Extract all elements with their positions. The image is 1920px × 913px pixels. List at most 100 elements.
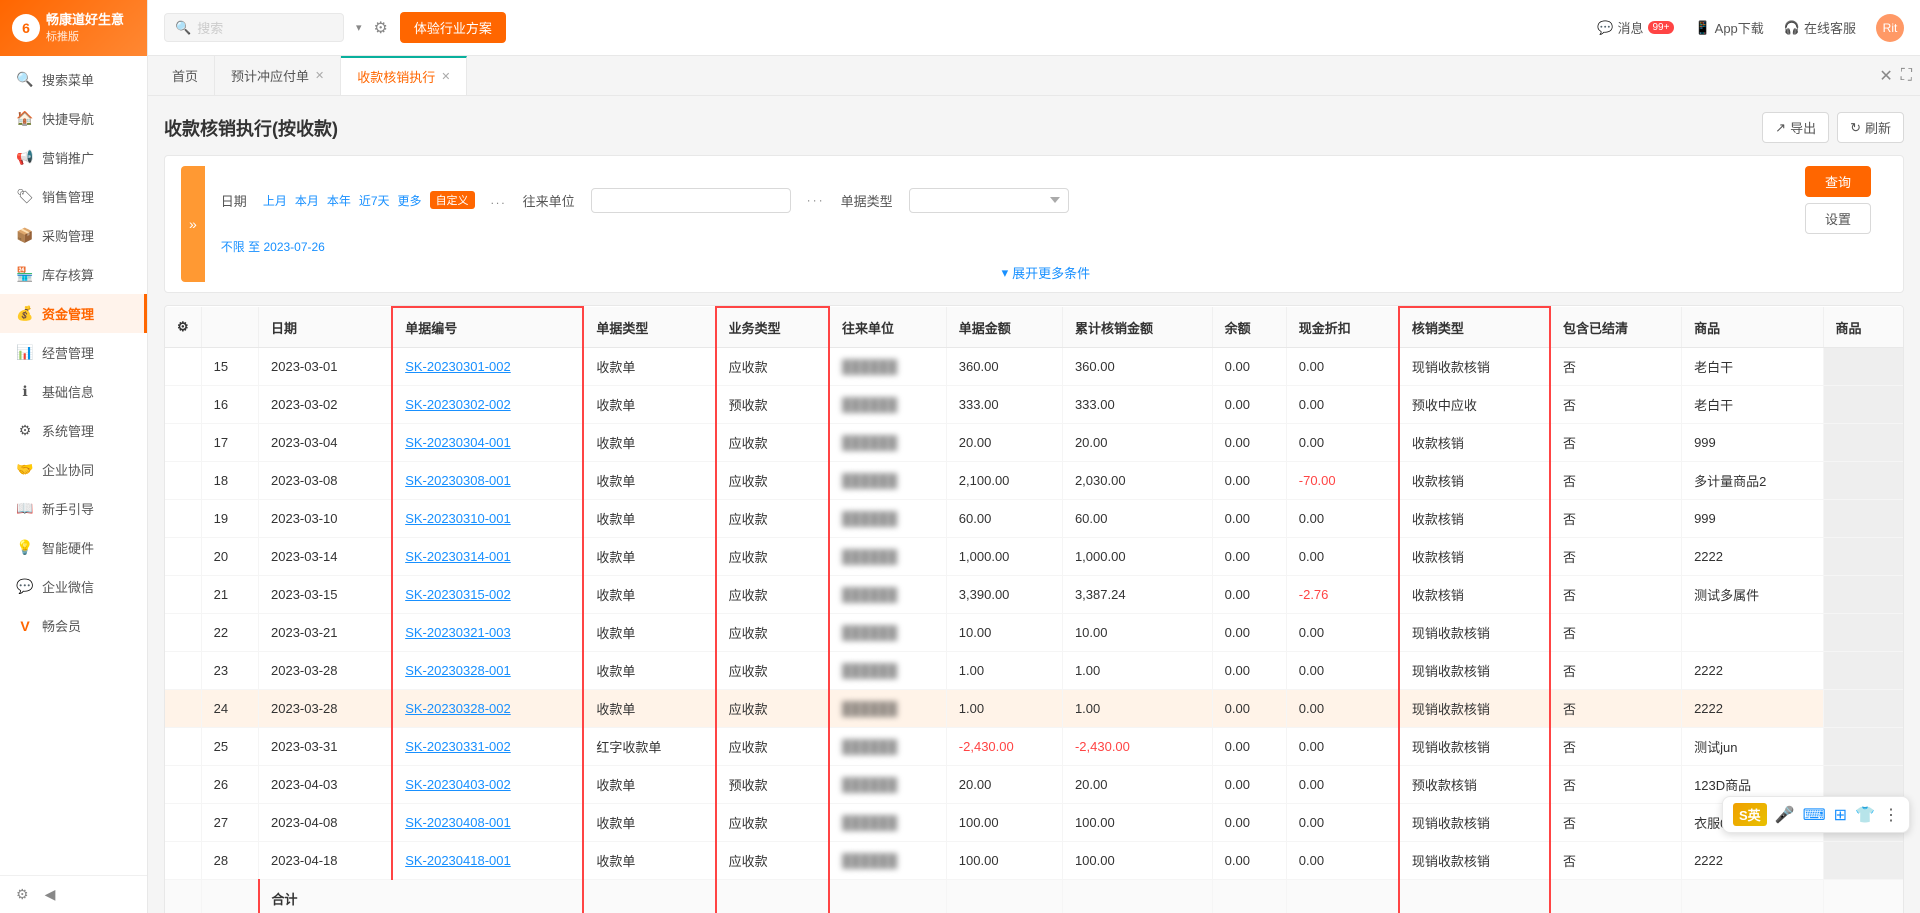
sidebar-item-marketing[interactable]: 📢 营销推广 bbox=[0, 138, 147, 177]
cell-gear bbox=[165, 842, 201, 880]
export-icon: ↗ bbox=[1775, 120, 1786, 136]
cell-cancel-type: 收款核销 bbox=[1399, 576, 1550, 614]
doc-no-link[interactable]: SK-20230315-002 bbox=[405, 587, 511, 602]
date-this-month[interactable]: 本月 bbox=[295, 192, 319, 209]
grid-icon[interactable]: ⊞ bbox=[1834, 805, 1847, 825]
cell-cash-discount: -2.76 bbox=[1286, 576, 1399, 614]
user-avatar[interactable]: Rit bbox=[1876, 14, 1904, 42]
doc-no-link[interactable]: SK-20230310-001 bbox=[405, 511, 511, 526]
dropdown-arrow-icon[interactable]: ▾ bbox=[356, 21, 362, 34]
logo-text: 畅康道好生意 标推版 bbox=[46, 12, 124, 45]
sidebar-item-guide[interactable]: 📖 新手引导 bbox=[0, 489, 147, 528]
sogou-brand: S英 bbox=[1733, 803, 1767, 826]
doc-no-link[interactable]: SK-20230331-002 bbox=[405, 739, 511, 754]
sidebar-item-finance[interactable]: 💰 资金管理 bbox=[0, 294, 147, 333]
mic-icon[interactable]: 🎤 bbox=[1775, 805, 1795, 825]
footer-doc-type bbox=[583, 880, 715, 913]
query-button[interactable]: 查询 bbox=[1805, 166, 1871, 197]
tab-cancel-label: 收款核销执行 bbox=[357, 67, 435, 86]
cell-biz-type: 应收款 bbox=[716, 690, 829, 728]
doc-no-link[interactable]: SK-20230301-002 bbox=[405, 359, 511, 374]
topbar-gear-icon[interactable]: ⚙ bbox=[374, 18, 388, 38]
table-scroll[interactable]: ⚙ 日期 单据编号 单据类型 业务类型 往来单位 单据金额 累计核销金额 余额 … bbox=[165, 306, 1903, 913]
sidebar-item-quicknav[interactable]: 🏠 快捷导航 bbox=[0, 99, 147, 138]
doc-no-link[interactable]: SK-20230321-003 bbox=[405, 625, 511, 640]
filter-collapse-button[interactable]: » bbox=[181, 166, 205, 282]
cell-date: 2023-03-28 bbox=[259, 652, 393, 690]
doc-no-link[interactable]: SK-20230328-001 bbox=[405, 663, 511, 678]
column-settings-icon[interactable]: ⚙ bbox=[177, 319, 189, 334]
sidebar-item-inventory[interactable]: 🏪 库存核算 bbox=[0, 255, 147, 294]
refresh-button[interactable]: ↻ 刷新 bbox=[1837, 112, 1904, 143]
sidebar-item-purchase[interactable]: 📦 采购管理 bbox=[0, 216, 147, 255]
tab-cancel[interactable]: 收款核销执行 ✕ bbox=[341, 56, 467, 95]
doc-no-link[interactable]: SK-20230328-002 bbox=[405, 701, 511, 716]
tab-cancel-close-icon[interactable]: ✕ bbox=[441, 70, 450, 83]
cell-cash-discount: 0.00 bbox=[1286, 728, 1399, 766]
doc-no-link[interactable]: SK-20230408-001 bbox=[405, 815, 511, 830]
doc-no-link[interactable]: SK-20230418-001 bbox=[405, 853, 511, 868]
export-button[interactable]: ↗ 导出 bbox=[1762, 112, 1829, 143]
app-download-button[interactable]: 📱 App下载 bbox=[1694, 18, 1763, 37]
cell-row-no: 22 bbox=[201, 614, 258, 652]
cell-goods: 测试多属件 bbox=[1682, 576, 1823, 614]
sidebar-item-operations[interactable]: 📊 经营管理 bbox=[0, 333, 147, 372]
sidebar-item-sales[interactable]: 🏷 销售管理 bbox=[0, 177, 147, 216]
sidebar-item-hardware[interactable]: 💡 智能硬件 bbox=[0, 528, 147, 567]
date-7days[interactable]: 近7天 bbox=[359, 192, 390, 209]
table-footer-row: 合计 bbox=[165, 880, 1903, 913]
doc-type-select[interactable] bbox=[909, 188, 1069, 213]
sidebar-item-member[interactable]: V 畅会员 bbox=[0, 606, 147, 645]
doc-no-link[interactable]: SK-20230302-002 bbox=[405, 397, 511, 412]
data-table: ⚙ 日期 单据编号 单据类型 业务类型 往来单位 单据金额 累计核销金额 余额 … bbox=[165, 306, 1903, 913]
date-more[interactable]: 更多 bbox=[398, 192, 422, 209]
cell-date: 2023-03-15 bbox=[259, 576, 393, 614]
sidebar-item-basic[interactable]: ℹ 基础信息 bbox=[0, 372, 147, 411]
cell-goods2 bbox=[1823, 386, 1903, 424]
settings-bottom-icon[interactable]: ⚙ bbox=[16, 886, 29, 903]
doc-type-filter-label: 单据类型 bbox=[841, 191, 893, 210]
maximize-icon[interactable]: ⛶ bbox=[1901, 67, 1912, 85]
partner-value: ██████ bbox=[842, 473, 897, 488]
footer-goods bbox=[1682, 880, 1823, 913]
keyboard-icon[interactable]: ⌨ bbox=[1803, 805, 1826, 825]
date-this-year[interactable]: 本年 bbox=[327, 192, 351, 209]
doc-no-link[interactable]: SK-20230304-001 bbox=[405, 435, 511, 450]
industry-solution-button[interactable]: 体验行业方案 bbox=[400, 12, 506, 43]
setting-button[interactable]: 设置 bbox=[1805, 203, 1871, 234]
cell-cancel-amount: 333.00 bbox=[1062, 386, 1212, 424]
online-service-button[interactable]: 🎧 在线客服 bbox=[1784, 18, 1856, 37]
sidebar-item-search[interactable]: 🔍 搜索菜单 bbox=[0, 60, 147, 99]
doc-no-link[interactable]: SK-20230314-001 bbox=[405, 549, 511, 564]
cell-balance: 0.00 bbox=[1212, 728, 1286, 766]
doc-no-link[interactable]: SK-20230308-001 bbox=[405, 473, 511, 488]
doc-no-link[interactable]: SK-20230403-002 bbox=[405, 777, 511, 792]
partner-input[interactable] bbox=[591, 188, 791, 213]
sidebar-item-system[interactable]: ⚙ 系统管理 bbox=[0, 411, 147, 450]
message-button[interactable]: 💬 消息 99+ bbox=[1597, 18, 1674, 37]
date-last-month[interactable]: 上月 bbox=[263, 192, 287, 209]
date-custom-tag[interactable]: 自定义 bbox=[430, 191, 475, 209]
tab-home[interactable]: 首页 bbox=[156, 56, 215, 95]
th-incl-settled: 包含已结清 bbox=[1550, 307, 1682, 348]
cell-cancel-amount: 3,387.24 bbox=[1062, 576, 1212, 614]
th-gear[interactable]: ⚙ bbox=[165, 307, 201, 348]
global-search-box[interactable]: 🔍 搜索 bbox=[164, 13, 344, 42]
cell-cancel-type: 预收中应收 bbox=[1399, 386, 1550, 424]
collapse-icon[interactable]: ◀ bbox=[45, 886, 56, 903]
tab-prepay[interactable]: 预计冲应付单 ✕ bbox=[215, 56, 341, 95]
sidebar-item-enterprise[interactable]: 🤝 企业协同 bbox=[0, 450, 147, 489]
sidebar-item-wechat[interactable]: 💬 企业微信 bbox=[0, 567, 147, 606]
partner-value: ██████ bbox=[842, 511, 897, 526]
tabbar: 首页 预计冲应付单 ✕ 收款核销执行 ✕ ✕ ⛶ bbox=[148, 56, 1920, 96]
shirt-icon[interactable]: 👕 bbox=[1855, 805, 1875, 825]
cell-date: 2023-03-08 bbox=[259, 462, 393, 500]
expand-more-button[interactable]: ▾ 展开更多条件 bbox=[221, 263, 1871, 282]
partner-value: ██████ bbox=[842, 663, 897, 678]
cell-cancel-type: 收款核销 bbox=[1399, 424, 1550, 462]
close-all-icon[interactable]: ✕ bbox=[1879, 66, 1892, 86]
table-row: 26 2023-04-03 SK-20230403-002 收款单 预收款 ██… bbox=[165, 766, 1903, 804]
partner-value: ██████ bbox=[842, 435, 897, 450]
toolbar-menu-icon[interactable]: ⋮ bbox=[1883, 805, 1899, 825]
tab-prepay-close-icon[interactable]: ✕ bbox=[315, 69, 324, 82]
